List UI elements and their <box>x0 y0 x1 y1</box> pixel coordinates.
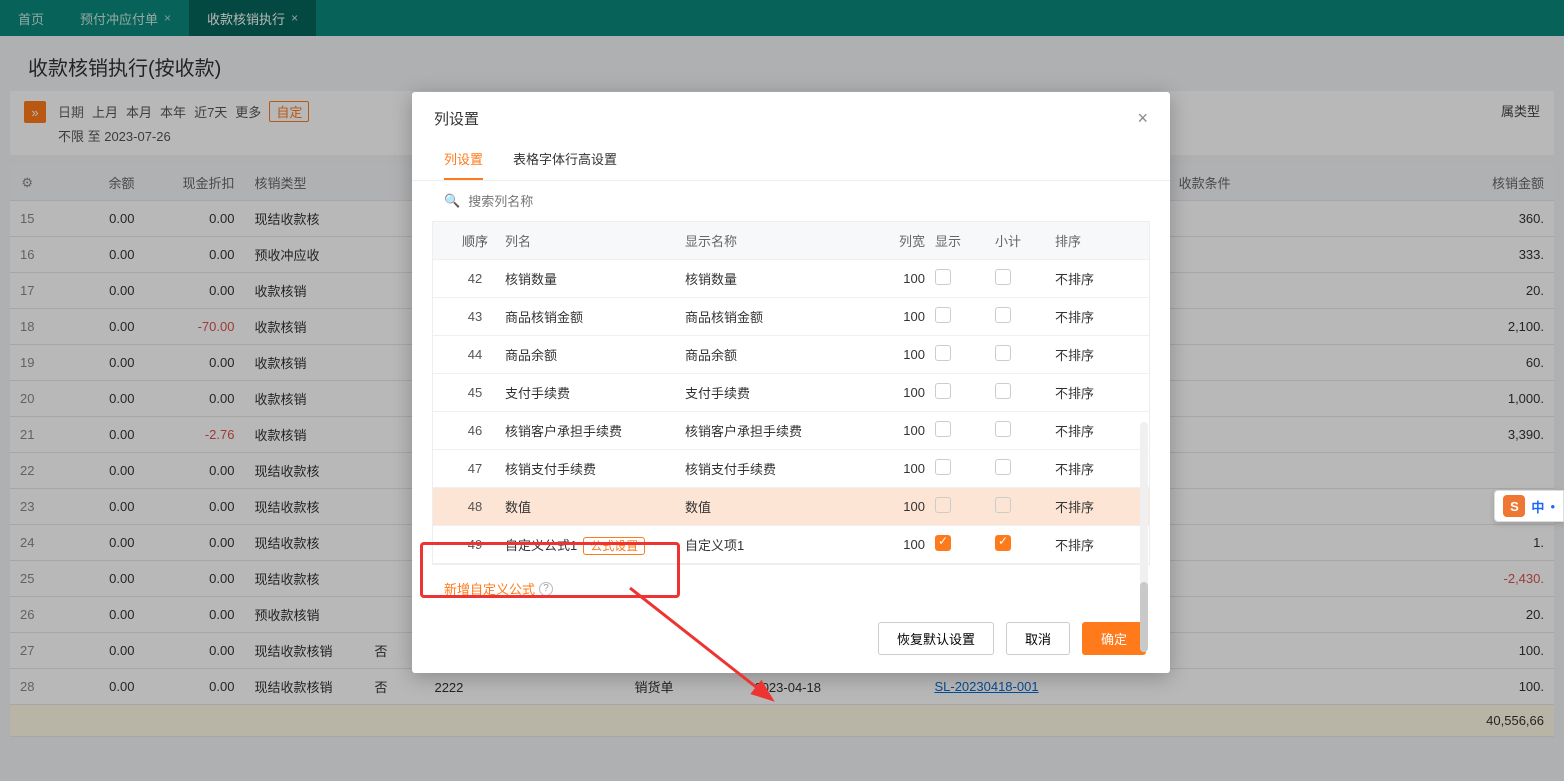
show-checkbox[interactable] <box>935 307 951 323</box>
ime-logo-icon: S <box>1503 495 1525 517</box>
show-checkbox[interactable] <box>935 459 951 475</box>
column-search-input[interactable] <box>468 194 1138 209</box>
h-width: 列宽 <box>875 231 935 250</box>
h-sort: 排序 <box>1055 231 1137 250</box>
column-config-row[interactable]: 46核销客户承担手续费核销客户承担手续费100不排序 <box>433 412 1149 450</box>
column-config-row[interactable]: 42核销数量核销数量100不排序 <box>433 260 1149 298</box>
restore-default-button[interactable]: 恢复默认设置 <box>878 622 994 655</box>
add-custom-formula-link[interactable]: 新增自定义公式? <box>412 565 1170 612</box>
subtotal-checkbox[interactable] <box>995 269 1011 285</box>
show-checkbox[interactable] <box>935 421 951 437</box>
column-config-row[interactable]: 47核销支付手续费核销支付手续费100不排序 <box>433 450 1149 488</box>
ime-more-icon[interactable]: • <box>1550 499 1555 514</box>
h-name: 列名 <box>505 231 685 250</box>
show-checkbox[interactable] <box>935 535 951 551</box>
modal-title: 列设置 <box>434 108 479 129</box>
formula-settings-button[interactable]: 公式设置 <box>583 537 645 555</box>
h-disp: 显示名称 <box>685 231 875 250</box>
subtotal-checkbox[interactable] <box>995 383 1011 399</box>
show-checkbox[interactable] <box>935 345 951 361</box>
modal-tab-columns[interactable]: 列设置 <box>444 149 483 180</box>
column-config-row[interactable]: 44商品余额商品余额100不排序 <box>433 336 1149 374</box>
help-icon[interactable]: ? <box>539 582 553 596</box>
column-config-row[interactable]: 43商品核销金额商品核销金额100不排序 <box>433 298 1149 336</box>
modal-tab-font[interactable]: 表格字体行高设置 <box>513 149 617 180</box>
subtotal-checkbox[interactable] <box>995 497 1011 513</box>
subtotal-checkbox[interactable] <box>995 421 1011 437</box>
search-icon: 🔍 <box>444 193 460 209</box>
h-sub: 小计 <box>995 231 1055 250</box>
modal-close-button[interactable]: × <box>1137 108 1148 129</box>
subtotal-checkbox[interactable] <box>995 535 1011 551</box>
show-checkbox[interactable] <box>935 383 951 399</box>
subtotal-checkbox[interactable] <box>995 307 1011 323</box>
h-seq: 顺序 <box>445 231 505 250</box>
cancel-button[interactable]: 取消 <box>1006 622 1070 655</box>
column-config-row[interactable]: 48数值数值100不排序 <box>433 488 1149 526</box>
show-checkbox[interactable] <box>935 497 951 513</box>
ime-toolbar[interactable]: S 中 • <box>1494 490 1564 522</box>
h-show: 显示 <box>935 231 995 250</box>
column-config-row[interactable]: 45支付手续费支付手续费100不排序 <box>433 374 1149 412</box>
column-config-row[interactable]: 49自定义公式1公式设置自定义项1100不排序 <box>433 526 1149 564</box>
column-settings-modal: 列设置 × 列设置 表格字体行高设置 🔍 顺序 列名 显示名称 列宽 显示 小计… <box>412 92 1170 673</box>
subtotal-checkbox[interactable] <box>995 459 1011 475</box>
show-checkbox[interactable] <box>935 269 951 285</box>
ok-button[interactable]: 确定 <box>1082 622 1146 655</box>
modal-scrollbar[interactable] <box>1140 422 1148 652</box>
ime-lang-indicator[interactable]: 中 <box>1531 497 1544 516</box>
subtotal-checkbox[interactable] <box>995 345 1011 361</box>
